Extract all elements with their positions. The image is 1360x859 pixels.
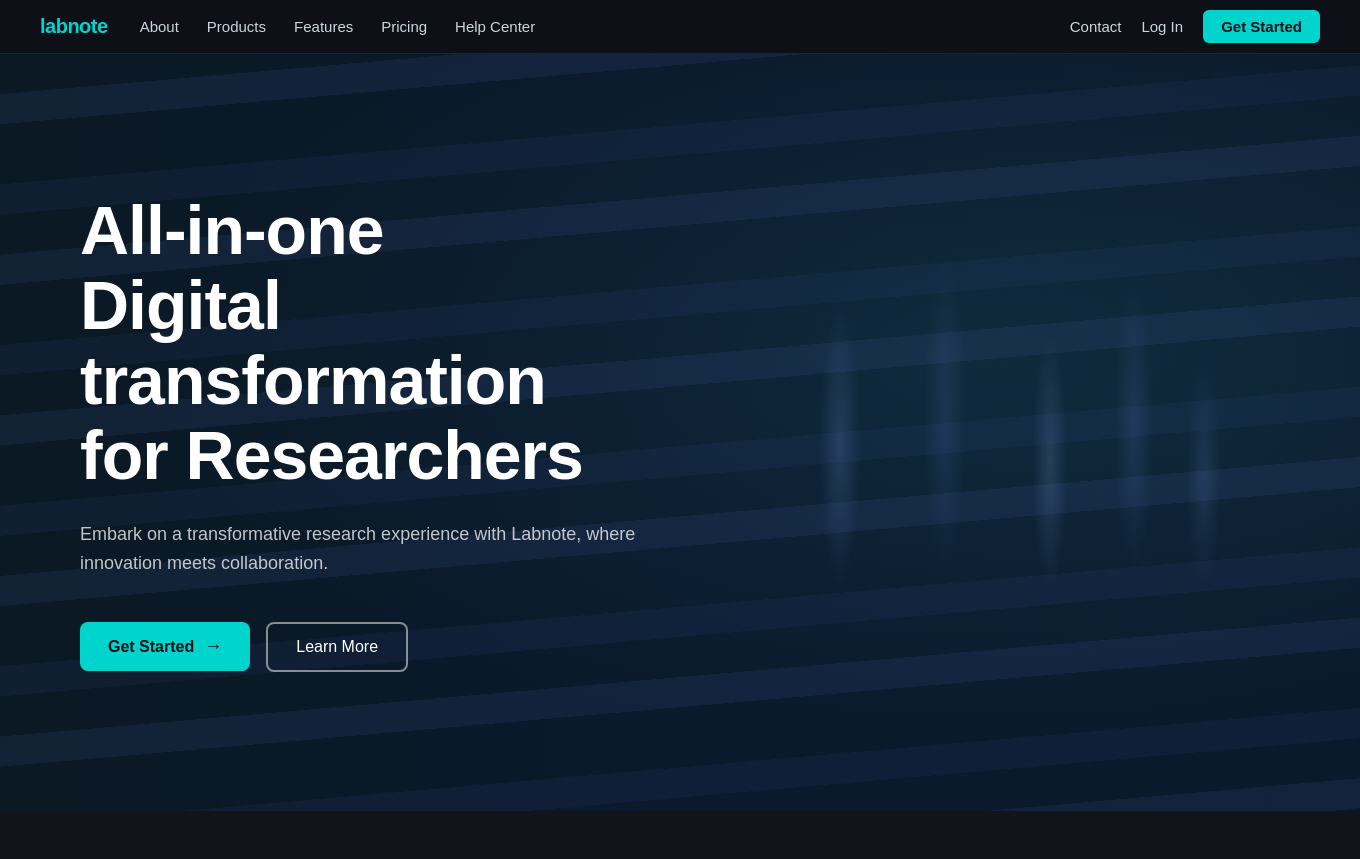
nav-item-help-center[interactable]: Help Center — [455, 18, 535, 35]
nav-item-about[interactable]: About — [140, 18, 179, 35]
nav-right: Contact Log In Get Started — [1070, 10, 1320, 43]
hero-content: All-in-one Digital transformation for Re… — [0, 193, 760, 672]
logo[interactable]: labnote — [40, 15, 108, 38]
arrow-icon: → — [204, 636, 222, 657]
contact-link[interactable]: Contact — [1070, 18, 1122, 35]
below-fold-section — [0, 811, 1360, 859]
hero-headline: All-in-one Digital transformation for Re… — [80, 193, 680, 492]
hero-get-started-button[interactable]: Get Started → — [80, 622, 250, 671]
hero-section: All-in-one Digital transformation for Re… — [0, 54, 1360, 811]
nav-left: labnote About Products Features Pricing … — [40, 15, 535, 38]
hero-learn-more-button[interactable]: Learn More — [266, 622, 408, 672]
navbar: labnote About Products Features Pricing … — [0, 0, 1360, 54]
login-link[interactable]: Log In — [1141, 18, 1183, 35]
nav-item-products[interactable]: Products — [207, 18, 266, 35]
hero-subheadline: Embark on a transformative research expe… — [80, 520, 660, 578]
nav-links: About Products Features Pricing Help Cen… — [140, 18, 536, 36]
nav-item-pricing[interactable]: Pricing — [381, 18, 427, 35]
nav-get-started-button[interactable]: Get Started — [1203, 10, 1320, 43]
nav-item-features[interactable]: Features — [294, 18, 353, 35]
hero-actions: Get Started → Learn More — [80, 622, 680, 672]
